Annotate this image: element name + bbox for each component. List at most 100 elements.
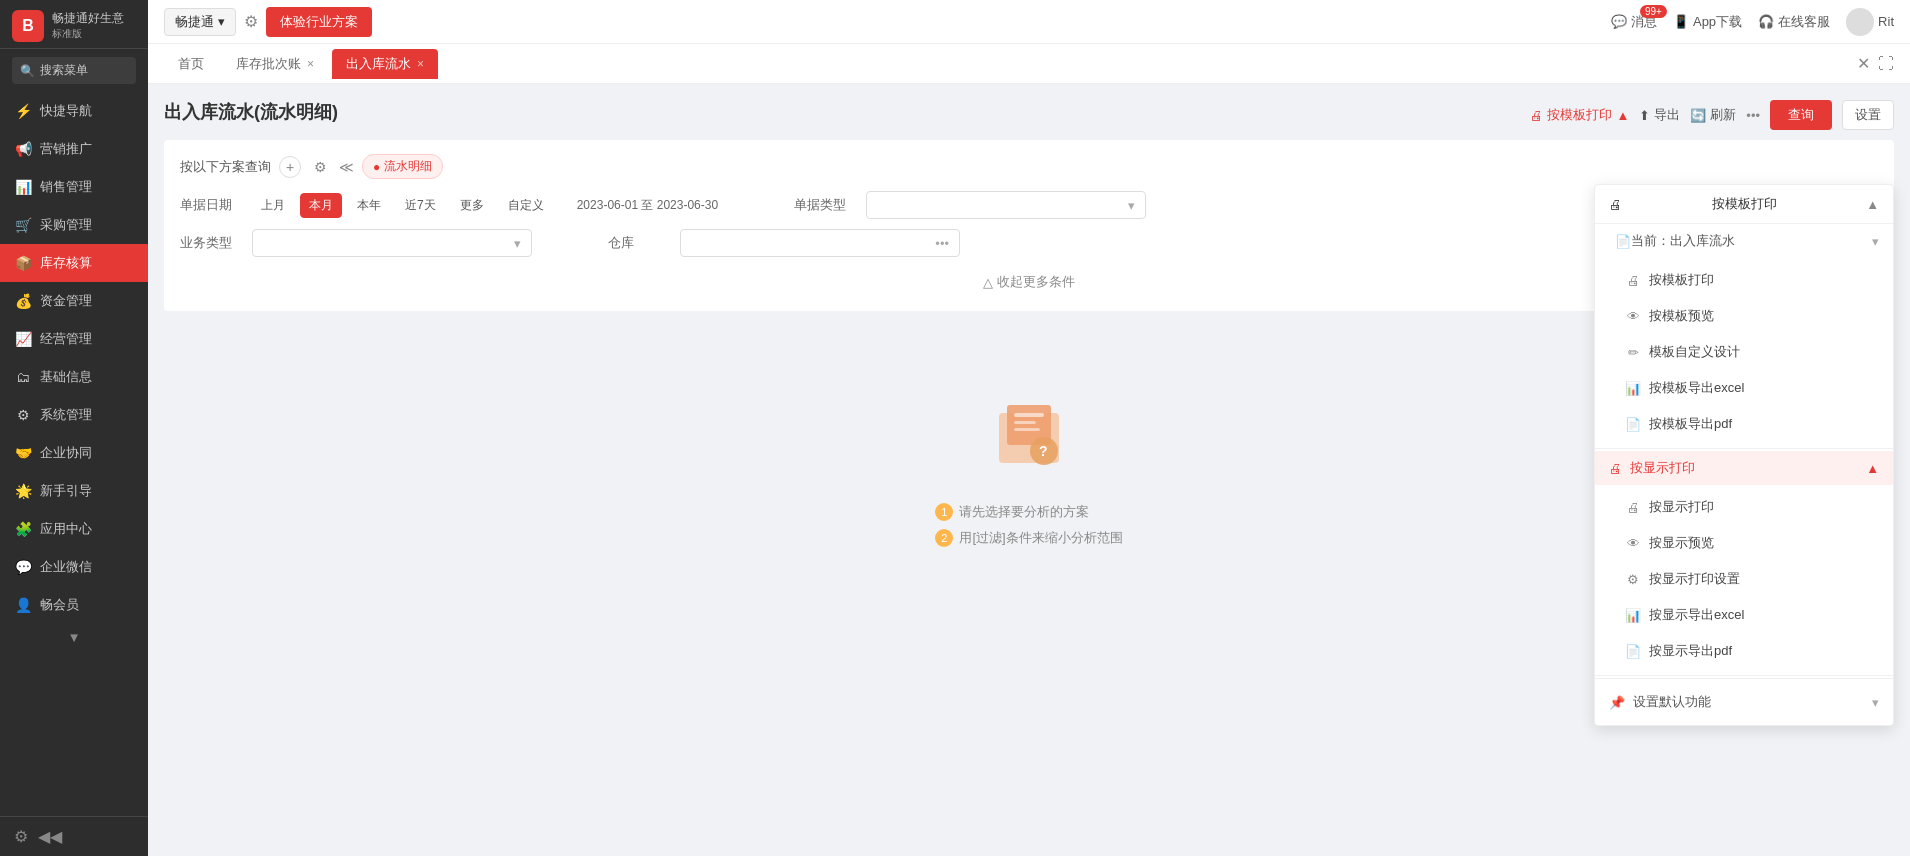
tab-close-all-icon[interactable]: ✕ (1857, 54, 1870, 73)
sidebar-item-marketing[interactable]: 📢 营销推广 (0, 130, 148, 168)
sidebar-item-member[interactable]: 👤 畅会员 (0, 586, 148, 624)
dropdown-panel-print-icon: 🖨 (1609, 197, 1622, 212)
filter-tag[interactable]: ● 流水明细 (362, 154, 443, 179)
user-avatar (1846, 8, 1874, 36)
topbar-gear-icon[interactable]: ⚙ (244, 12, 258, 31)
sidebar-item-quick-nav[interactable]: ⚡ 快捷导航 (0, 92, 148, 130)
trial-industry-button[interactable]: 体验行业方案 (266, 7, 372, 37)
sidebar-item-system[interactable]: ⚙ 系统管理 (0, 396, 148, 434)
sidebar-item-inventory[interactable]: 📦 库存核算 (0, 244, 148, 282)
dropdown-footer: 📌 设置默认功能 ▾ (1595, 678, 1893, 725)
sidebar-item-newbie[interactable]: 🌟 新手引导 (0, 472, 148, 510)
sidebar-item-purchase[interactable]: 🛒 采购管理 (0, 206, 148, 244)
topbar-right: 💬 消息 99+ 📱 App下载 🎧 在线客服 Rit (1611, 8, 1894, 36)
member-icon: 👤 (14, 596, 32, 614)
svg-rect-3 (1014, 421, 1036, 424)
display-print-section-header[interactable]: 🖨 按显示打印 ▲ (1595, 451, 1893, 485)
refresh-button[interactable]: 🔄 刷新 (1690, 106, 1736, 124)
template-custom-item[interactable]: ✏ 模板自定义设计 (1595, 334, 1893, 370)
basic-icon: 🗂 (14, 368, 32, 386)
date-label: 单据日期 (180, 196, 236, 214)
print-dropdown-arrow: ▲ (1616, 108, 1629, 123)
topbar-tenant-dropdown[interactable]: 畅捷通 ▾ (164, 8, 236, 36)
sidebar-item-finance[interactable]: 💰 资金管理 (0, 282, 148, 320)
sidebar-item-sales[interactable]: 📊 销售管理 (0, 168, 148, 206)
system-icon: ⚙ (14, 406, 32, 424)
action-bar: 🖨 按模板打印 ▲ ⬆ 导出 🔄 刷新 ••• 查询 设置 (1530, 100, 1894, 130)
dropdown-divider-2 (1595, 675, 1893, 676)
dropdown-panel-toggle-icon[interactable]: ▲ (1866, 197, 1879, 212)
search-icon: 🔍 (20, 64, 35, 78)
online-service-button[interactable]: 🎧 在线客服 (1758, 13, 1830, 31)
main-area: 畅捷通 ▾ ⚙ 体验行业方案 💬 消息 99+ 📱 App下载 🎧 (148, 0, 1910, 856)
template-print-item[interactable]: 🖨 按模板打印 (1595, 262, 1893, 298)
sidebar-item-app-center[interactable]: 🧩 应用中心 (0, 510, 148, 548)
template-pdf-item[interactable]: 📄 按模板导出pdf (1595, 406, 1893, 442)
sidebar-footer: ⚙ ◀◀ (0, 816, 148, 856)
date-prev-month-btn[interactable]: 上月 (252, 193, 294, 218)
date-more-btn[interactable]: 更多 (451, 193, 493, 218)
messages-button[interactable]: 💬 消息 99+ (1611, 13, 1657, 31)
app-edition: 标准版 (52, 27, 124, 41)
wechat-icon: 💬 (14, 558, 32, 576)
business-type-select[interactable]: ▾ (252, 229, 532, 257)
display-print-item[interactable]: 🖨 按显示打印 (1595, 489, 1893, 525)
print-dropdown-panel: 🖨 按模板打印 ▲ 📄 当前：出入库流水 ▾ 🖨 按模板打印 (1594, 184, 1894, 726)
svg-rect-4 (1014, 428, 1040, 431)
sidebar-item-operations[interactable]: 📈 经营管理 (0, 320, 148, 358)
nav-scroll-down-btn[interactable]: ▼ (0, 624, 148, 651)
sidebar-collapse-icon[interactable]: ◀◀ (38, 827, 62, 846)
collapse-up-icon: △ (983, 275, 993, 290)
date-current-year-btn[interactable]: 本年 (348, 193, 390, 218)
warehouse-select[interactable]: ••• (680, 229, 960, 257)
dropdown-arrow-icon: ▾ (218, 14, 225, 29)
search-menu-button[interactable]: 🔍 搜索菜单 (12, 57, 136, 84)
dropdown-current-item[interactable]: 📄 当前：出入库流水 ▾ (1595, 224, 1893, 258)
business-type-arrow-icon: ▾ (514, 236, 521, 251)
display-excel-item[interactable]: 📊 按显示导出excel (1595, 597, 1893, 633)
more-actions-icon[interactable]: ••• (1746, 108, 1760, 123)
app-download-button[interactable]: 📱 App下载 (1673, 13, 1742, 31)
filter-add-button[interactable]: + (279, 156, 301, 178)
display-pdf-icon: 📄 (1625, 643, 1641, 659)
business-type-label: 业务类型 (180, 234, 236, 252)
display-pdf-item[interactable]: 📄 按显示导出pdf (1595, 633, 1893, 669)
sidebar-item-collab[interactable]: 🤝 企业协同 (0, 434, 148, 472)
template-preview-item[interactable]: 👁 按模板预览 (1595, 298, 1893, 334)
query-button[interactable]: 查询 (1770, 100, 1832, 130)
messages-icon: 💬 (1611, 14, 1627, 29)
topbar: 畅捷通 ▾ ⚙ 体验行业方案 💬 消息 99+ 📱 App下载 🎧 (148, 0, 1910, 44)
date-custom-btn[interactable]: 自定义 (499, 193, 553, 218)
sidebar-item-basic[interactable]: 🗂 基础信息 (0, 358, 148, 396)
sidebar-settings-icon[interactable]: ⚙ (14, 827, 28, 846)
purchase-icon: 🛒 (14, 216, 32, 234)
headset-icon: 🎧 (1758, 14, 1774, 29)
date-options: 上月 本月 本年 近7天 更多 自定义 (252, 193, 553, 218)
print-template-button[interactable]: 🖨 按模板打印 ▲ (1530, 106, 1629, 124)
tab-inout-flow[interactable]: 出入库流水 × (332, 49, 438, 79)
date-last-7-days-btn[interactable]: 近7天 (396, 193, 445, 218)
display-preview-item[interactable]: 👁 按显示预览 (1595, 525, 1893, 561)
export-button[interactable]: ⬆ 导出 (1639, 106, 1680, 124)
sidebar-item-wechat[interactable]: 💬 企业微信 (0, 548, 148, 586)
tab-inventory-batch-close[interactable]: × (307, 57, 314, 71)
tip-num-2: 2 (935, 529, 953, 547)
warehouse-more-icon[interactable]: ••• (935, 236, 949, 251)
filter-collapse-button[interactable]: ≪ (339, 159, 354, 175)
tab-inout-flow-close[interactable]: × (417, 57, 424, 71)
display-settings-item[interactable]: ⚙ 按显示打印设置 (1595, 561, 1893, 597)
doc-type-select[interactable]: ▾ (866, 191, 1146, 219)
filter-tag-icon: ● (373, 160, 380, 174)
set-default-func-item[interactable]: 📌 设置默认功能 ▾ (1609, 687, 1879, 717)
tab-expand-icon[interactable]: ⛶ (1878, 55, 1894, 73)
collab-icon: 🤝 (14, 444, 32, 462)
date-current-month-btn[interactable]: 本月 (300, 193, 342, 218)
settings-button[interactable]: 设置 (1842, 100, 1894, 130)
sidebar-search-area: 🔍 搜索菜单 (0, 49, 148, 92)
tab-home[interactable]: 首页 (164, 49, 218, 79)
tab-inventory-batch[interactable]: 库存批次账 × (222, 49, 328, 79)
template-excel-item[interactable]: 📊 按模板导出excel (1595, 370, 1893, 406)
user-avatar-button[interactable]: Rit (1846, 8, 1894, 36)
filter-setting-button[interactable]: ⚙ (309, 156, 331, 178)
template-print-section: 🖨 按模板打印 👁 按模板预览 ✏ 模板自定义设计 📊 按模板导出excel (1595, 258, 1893, 446)
